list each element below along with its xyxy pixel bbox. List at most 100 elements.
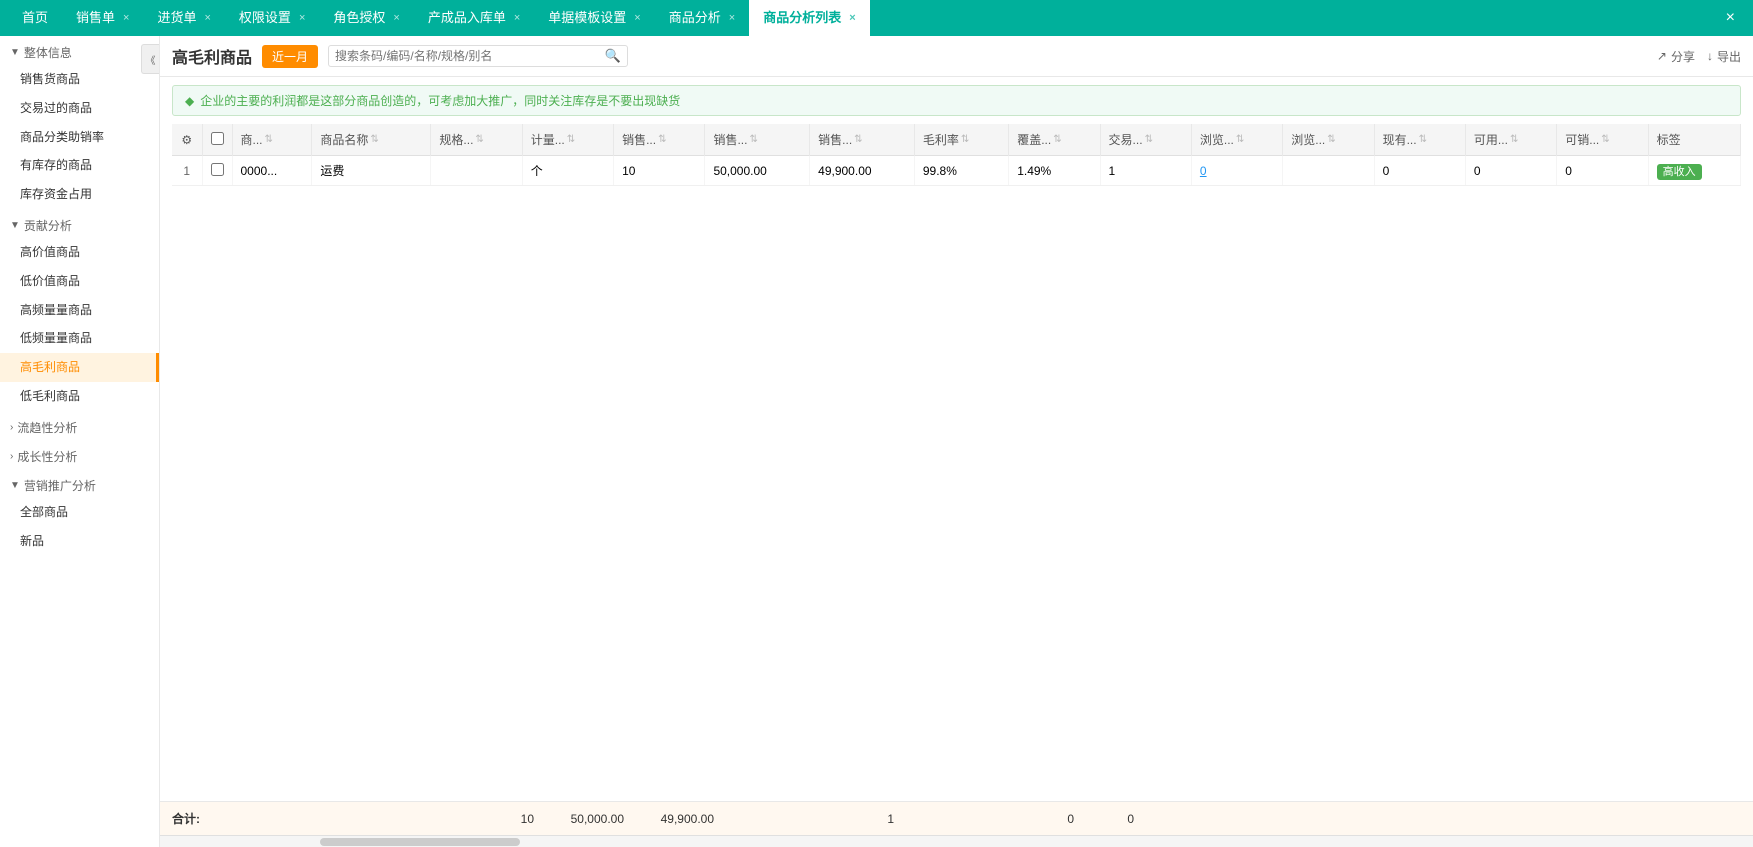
- nav-sales[interactable]: 销售单 ×: [62, 0, 143, 36]
- col-gross-margin[interactable]: 毛利率⇅: [914, 124, 1008, 156]
- gross-margin-sort-icon: ⇅: [961, 134, 969, 145]
- nav-sales-close[interactable]: ×: [123, 0, 129, 36]
- col-spec[interactable]: 规格...⇅: [431, 124, 522, 156]
- browse1-sort-icon: ⇅: [1236, 134, 1244, 145]
- row-saleable: 0: [1557, 156, 1648, 186]
- row-available: 0: [1465, 156, 1556, 186]
- table-wrapper[interactable]: ⚙ 商...⇅ 商品名称⇅ 规格...⇅: [172, 124, 1741, 801]
- share-button[interactable]: ↗ 分享: [1657, 48, 1695, 65]
- sidebar-item-low-margin[interactable]: 低毛利商品: [0, 382, 159, 411]
- summary-sales-amount: 50,000.00: [542, 812, 632, 826]
- col-transactions[interactable]: 交易...⇅: [1100, 124, 1191, 156]
- trend-arrow-icon: ›: [10, 422, 13, 433]
- row-checkbox[interactable]: [202, 156, 232, 186]
- info-icon: ◆: [185, 94, 194, 108]
- sales-cost-sort-icon: ⇅: [854, 134, 862, 145]
- export-button[interactable]: ↓ 导出: [1707, 48, 1741, 65]
- header-actions: ↗ 分享 ↓ 导出: [1657, 48, 1741, 65]
- content-area: 高毛利商品 近一月 🔍 ↗ 分享 ↓ 导出 ◆ 企业的主要的利润都是这部分商品创…: [160, 36, 1753, 847]
- name-sort-icon: ⇅: [370, 134, 378, 145]
- summary-transactions: 1: [842, 812, 902, 826]
- sidebar-group-trend[interactable]: › 流趋性分析: [0, 411, 159, 440]
- export-icon: ↓: [1707, 49, 1713, 63]
- sales-qty-sort-icon: ⇅: [658, 134, 666, 145]
- sidebar-group-asset-analysis[interactable]: ▼ 贡献分析: [0, 209, 159, 238]
- col-name[interactable]: 商品名称⇅: [312, 124, 431, 156]
- summary-sales-cost: 49,900.00: [632, 812, 722, 826]
- nav-home[interactable]: 首页: [8, 0, 62, 36]
- sidebar-group-overall[interactable]: ▼ 整体信息: [0, 36, 159, 65]
- nav-permission-close[interactable]: ×: [299, 0, 305, 36]
- nav-template-close[interactable]: ×: [634, 0, 640, 36]
- nav-analysis-list[interactable]: 商品分析列表 ×: [749, 0, 869, 36]
- search-icon[interactable]: 🔍: [605, 48, 621, 64]
- browse2-sort-icon: ⇅: [1327, 134, 1335, 145]
- col-saleable[interactable]: 可销...⇅: [1557, 124, 1648, 156]
- sidebar-group-marketing[interactable]: ▼ 营销推广分析: [0, 469, 159, 498]
- sidebar-item-stocked-goods[interactable]: 有库存的商品: [0, 151, 159, 180]
- tag-high-income-badge: 高收入: [1657, 164, 1702, 180]
- sidebar-item-low-freq[interactable]: 低频量量商品: [0, 324, 159, 353]
- filter-recent-month-button[interactable]: 近一月: [262, 45, 318, 68]
- nav-role[interactable]: 角色授权 ×: [319, 0, 413, 36]
- nav-analysis-list-close[interactable]: ×: [849, 0, 855, 36]
- nav-purchase[interactable]: 进货单 ×: [143, 0, 224, 36]
- sidebar-item-traded-goods[interactable]: 交易过的商品: [0, 94, 159, 123]
- info-bar: ◆ 企业的主要的利润都是这部分商品创造的，可考虑加大推广，同时关注库存是不要出现…: [172, 85, 1741, 116]
- col-browse2[interactable]: 浏览...⇅: [1283, 124, 1374, 156]
- col-code[interactable]: 商...⇅: [232, 124, 312, 156]
- overall-arrow-icon: ▼: [10, 47, 20, 58]
- col-coverage[interactable]: 覆盖...⇅: [1009, 124, 1100, 156]
- nav-template[interactable]: 单据模板设置 ×: [534, 0, 654, 36]
- row-num: 1: [172, 156, 202, 186]
- table-row: 1 0000... 运费 个 10 50,000.00 49,900.00 99…: [172, 156, 1741, 186]
- sidebar-collapse-button[interactable]: 《: [141, 44, 159, 74]
- horizontal-scrollbar[interactable]: [160, 835, 1753, 847]
- col-checkbox[interactable]: [202, 124, 232, 156]
- select-all-checkbox[interactable]: [211, 132, 224, 145]
- col-settings[interactable]: ⚙: [172, 124, 202, 156]
- sidebar-item-high-margin[interactable]: 高毛利商品: [0, 353, 159, 382]
- row-sales-cost: 49,900.00: [810, 156, 915, 186]
- table-header-row: ⚙ 商...⇅ 商品名称⇅ 规格...⇅: [172, 124, 1741, 156]
- sidebar-item-analysis-rate[interactable]: 商品分类助销率: [0, 123, 159, 152]
- nav-product-inbound[interactable]: 产成品入库单 ×: [414, 0, 534, 36]
- col-unit[interactable]: 计量...⇅: [522, 124, 613, 156]
- sidebar-item-high-value[interactable]: 高价值商品: [0, 238, 159, 267]
- col-sales-cost[interactable]: 销售...⇅: [810, 124, 915, 156]
- row-browse1[interactable]: 0: [1191, 156, 1282, 186]
- row-unit: 个: [522, 156, 613, 186]
- available-sort-icon: ⇅: [1510, 134, 1518, 145]
- top-nav: 首页 销售单 × 进货单 × 权限设置 × 角色授权 × 产成品入库单 × 单据…: [0, 0, 1753, 36]
- nav-analysis[interactable]: 商品分析 ×: [655, 0, 749, 36]
- col-browse1[interactable]: 浏览...⇅: [1191, 124, 1282, 156]
- row-tag: 高收入: [1648, 156, 1740, 186]
- sidebar-item-stock-capital[interactable]: 库存资金占用: [0, 180, 159, 209]
- window-close-button[interactable]: ×: [1716, 9, 1745, 27]
- sidebar-group-growth[interactable]: › 成长性分析: [0, 440, 159, 469]
- nav-permission[interactable]: 权限设置 ×: [225, 0, 319, 36]
- nav-product-inbound-close[interactable]: ×: [514, 0, 520, 36]
- col-available[interactable]: 可用...⇅: [1465, 124, 1556, 156]
- search-input[interactable]: [335, 49, 601, 63]
- col-sales-amount[interactable]: 销售...⇅: [705, 124, 810, 156]
- nav-analysis-close[interactable]: ×: [729, 0, 735, 36]
- col-current-stock[interactable]: 现有...⇅: [1374, 124, 1465, 156]
- sidebar-item-low-value[interactable]: 低价值商品: [0, 267, 159, 296]
- summary-bar: 合计: 10 50,000.00 49,900.00 1 0 0: [160, 801, 1753, 835]
- sidebar-item-high-freq[interactable]: 高频量量商品: [0, 296, 159, 325]
- main-container: 《 ▼ 整体信息 销售货商品 交易过的商品 商品分类助销率 有库存的商品 库存资…: [0, 36, 1753, 847]
- data-table: ⚙ 商...⇅ 商品名称⇅ 规格...⇅: [172, 124, 1741, 186]
- scroll-thumb[interactable]: [320, 838, 520, 846]
- growth-arrow-icon: ›: [10, 451, 13, 462]
- settings-icon[interactable]: ⚙: [181, 133, 192, 147]
- sidebar-item-sales-goods[interactable]: 销售货商品: [0, 65, 159, 94]
- sidebar-item-all-goods[interactable]: 全部商品: [0, 498, 159, 527]
- nav-purchase-close[interactable]: ×: [204, 0, 210, 36]
- nav-role-close[interactable]: ×: [393, 0, 399, 36]
- transactions-sort-icon: ⇅: [1145, 134, 1153, 145]
- col-sales-qty[interactable]: 销售...⇅: [614, 124, 705, 156]
- sidebar-item-new-goods[interactable]: 新品: [0, 527, 159, 556]
- row-select-checkbox[interactable]: [211, 163, 224, 176]
- row-sales-qty: 10: [614, 156, 705, 186]
